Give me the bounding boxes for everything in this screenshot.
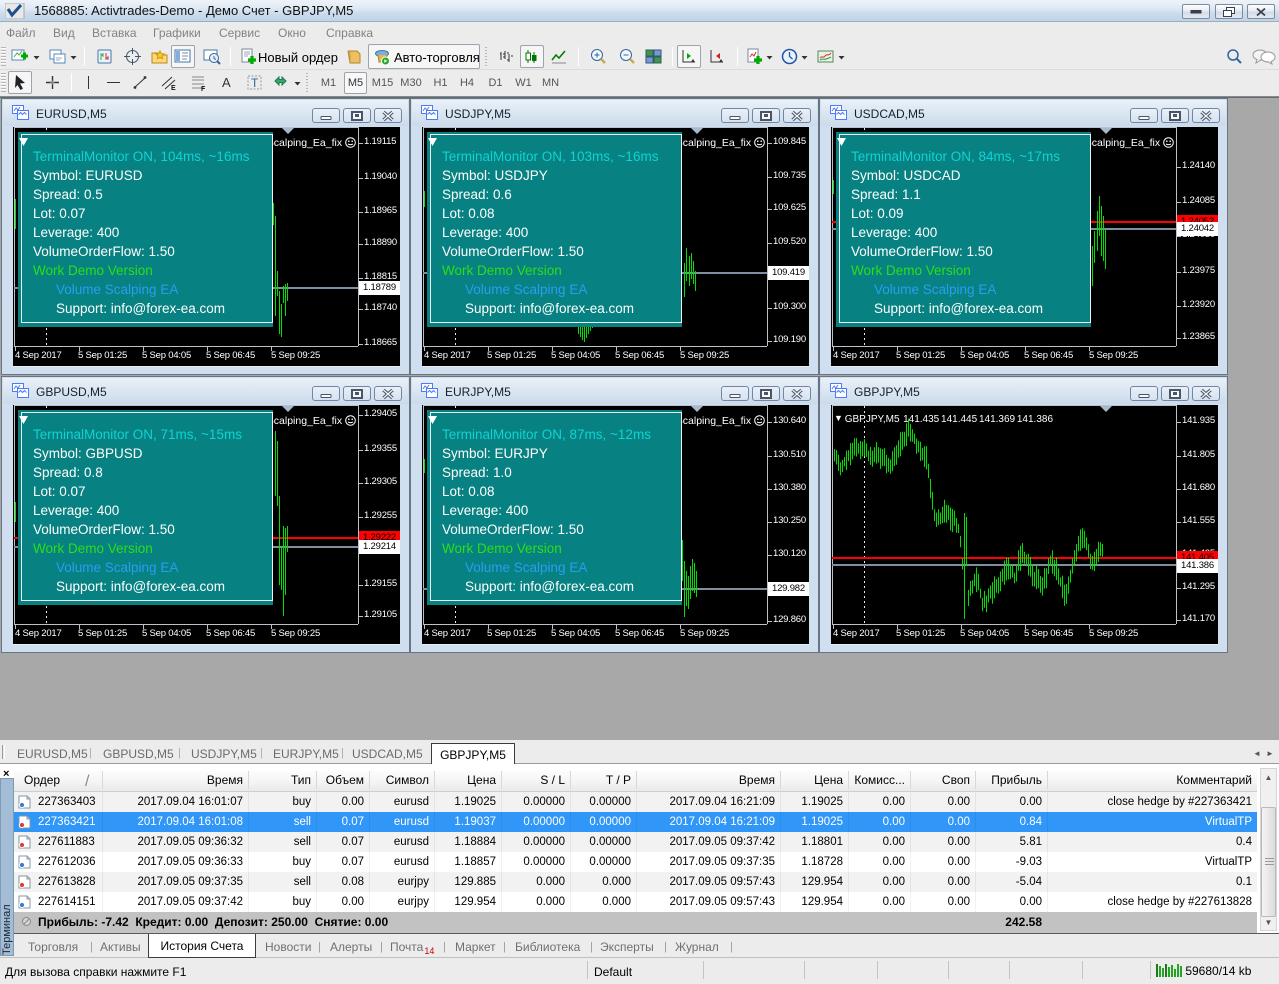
svg-text:E: E: [171, 85, 176, 92]
svg-text:F: F: [201, 86, 206, 92]
svg-text:T: T: [251, 76, 259, 90]
svg-text:A: A: [222, 75, 231, 90]
